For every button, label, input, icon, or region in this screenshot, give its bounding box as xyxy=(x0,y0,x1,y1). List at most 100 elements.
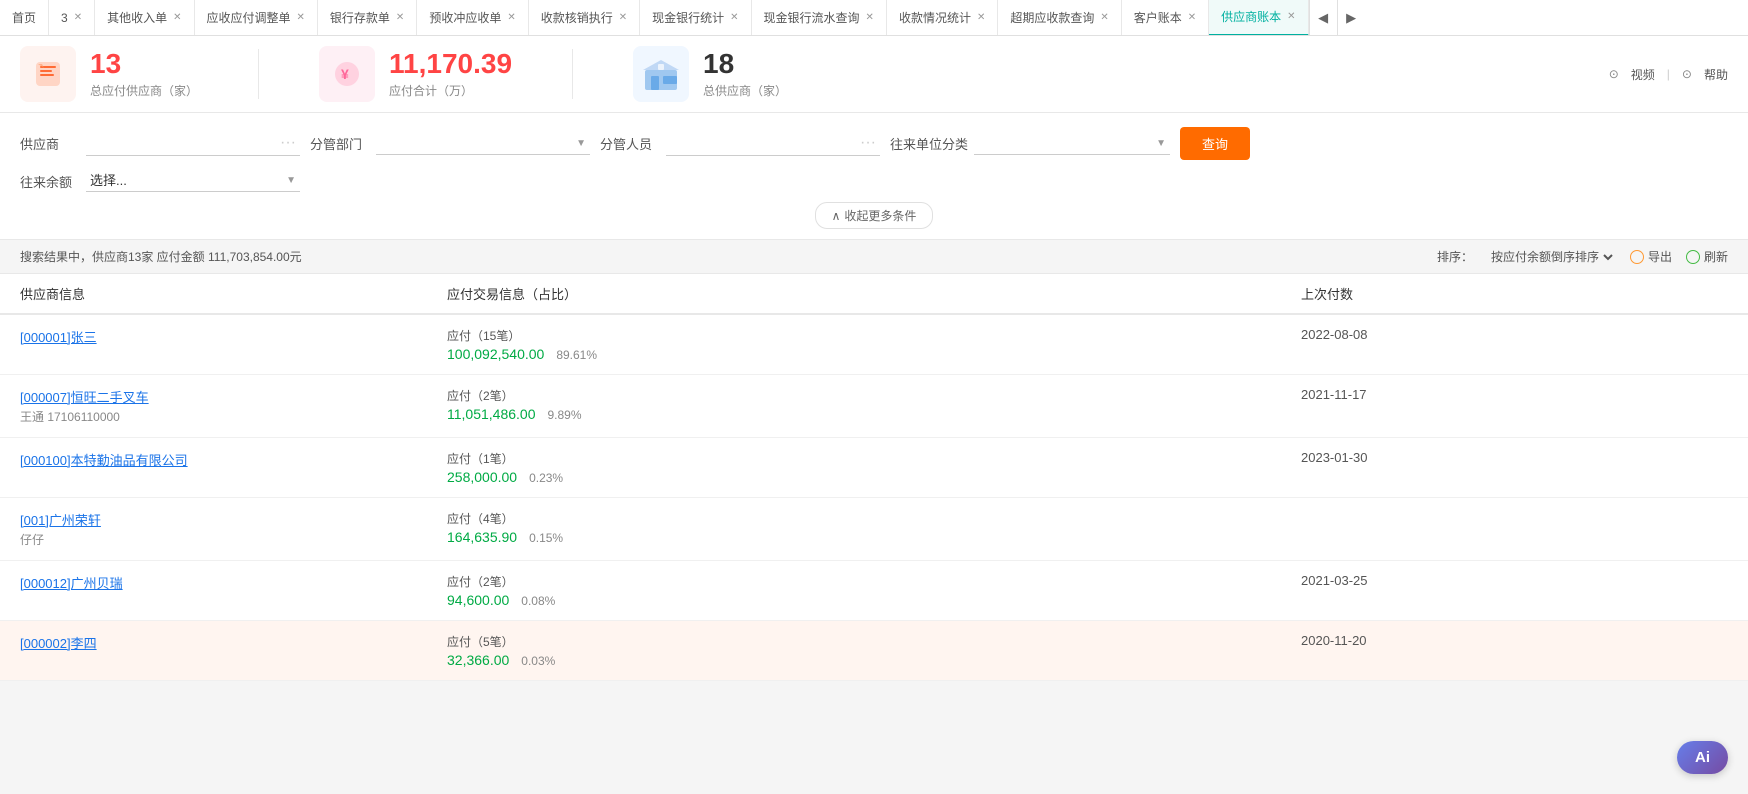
nav-tab-ap-adjust-close[interactable]: ✕ xyxy=(297,12,305,23)
nav-tab-advance-sales[interactable]: 预收冲应收单 ✕ xyxy=(417,0,528,36)
category-select[interactable] xyxy=(978,136,1156,151)
payable-row-2: 11,051,486.00 9.89% xyxy=(447,404,1301,422)
last-pay-5: 2021-03-25 xyxy=(1301,573,1728,588)
filter-category-select-wrap: ▼ xyxy=(974,133,1170,155)
nav-tab-overdue-query[interactable]: 超期应收款查询 ✕ xyxy=(998,0,1121,36)
nav-tab-ap-adjust[interactable]: 应收应付调整单 ✕ xyxy=(195,0,318,36)
help-link[interactable]: 帮助 xyxy=(1704,66,1728,83)
query-button[interactable]: 查询 xyxy=(1180,127,1250,160)
supplier-sub-4: 仔仔 xyxy=(20,531,447,548)
refresh-label: 刷新 xyxy=(1704,248,1728,265)
supplier-link-3[interactable]: [000100]本特勤油品有限公司 xyxy=(20,453,188,468)
nav-tab-advance-sales-close[interactable]: ✕ xyxy=(507,12,515,23)
payable-amount-4: 164,635.90 xyxy=(447,529,517,545)
table-row: [000002]李四 应付（5笔） 32,366.00 0.03% 2020-1… xyxy=(0,621,1748,681)
col-header-payable: 应付交易信息（占比） xyxy=(447,284,1301,303)
nav-tab-other-income-close[interactable]: ✕ xyxy=(173,12,181,23)
person-dots-icon[interactable]: ··· xyxy=(860,134,876,152)
table-row: [000012]广州贝瑞 应付（2笔） 94,600.00 0.08% 2021… xyxy=(0,561,1748,621)
nav-tab-supplier-account-close[interactable]: ✕ xyxy=(1287,11,1295,22)
filter-balance-label: 往来余额 xyxy=(20,172,80,191)
supplier-link-4[interactable]: [001]广州荣轩 xyxy=(20,513,101,528)
nav-tab-other-income[interactable]: 其他收入单 ✕ xyxy=(95,0,194,36)
supplier-info-1: [000001]张三 xyxy=(20,327,447,346)
supplier-link-5[interactable]: [000012]广州贝瑞 xyxy=(20,576,123,591)
supplier-input[interactable] xyxy=(90,136,280,151)
table-body: [000001]张三 应付（15笔） 100,092,540.00 89.61%… xyxy=(0,315,1748,681)
refresh-icon xyxy=(1686,250,1700,264)
video-link[interactable]: 视频 xyxy=(1631,66,1655,83)
filter-row-1: 供应商 ··· 分管部门 ▼ 分管人员 ··· 往来单位分类 xyxy=(20,127,1728,160)
payable-pct-2: 9.89% xyxy=(548,408,582,422)
nav-tab-supplier-account[interactable]: 供应商账本 ✕ xyxy=(1209,0,1308,36)
payable-row-3: 258,000.00 0.23% xyxy=(447,467,1301,485)
nav-tab-collection-check-close[interactable]: ✕ xyxy=(619,12,627,23)
nav-tab-bank-deposit-close[interactable]: ✕ xyxy=(396,12,404,23)
nav-tab-collection-stats[interactable]: 收款情况统计 ✕ xyxy=(887,0,998,36)
filter-dept-label: 分管部门 xyxy=(310,134,370,153)
filter-dept-select-wrap: ▼ xyxy=(376,133,590,155)
ai-button[interactable]: Ai xyxy=(1677,741,1728,774)
payable-label-3: 应付（1笔） xyxy=(447,450,1301,467)
collapse-row: ∧ 收起更多条件 xyxy=(20,202,1728,229)
sort-select[interactable]: 按应付余额倒序排序 xyxy=(1487,249,1616,265)
nav-tab-cash-bank-flow[interactable]: 现金银行流水查询 ✕ xyxy=(752,0,887,36)
nav-tab-collection-stats-close[interactable]: ✕ xyxy=(977,12,985,23)
nav-tab-cash-bank-stats[interactable]: 现金银行统计 ✕ xyxy=(640,0,751,36)
stat-2-label: 应付合计（万） xyxy=(389,82,512,99)
filter-supplier: 供应商 ··· xyxy=(20,131,300,156)
person-input[interactable] xyxy=(670,136,860,151)
payable-row-6: 32,366.00 0.03% xyxy=(447,650,1301,668)
collapse-button[interactable]: ∧ 收起更多条件 xyxy=(815,202,934,229)
supplier-info-4: [001]广州荣轩 仔仔 xyxy=(20,510,447,548)
stats-links: ⊙ 视频 | ⊙ 帮助 xyxy=(1609,66,1728,83)
payable-row-4: 164,635.90 0.15% xyxy=(447,527,1301,545)
supplier-link-6[interactable]: [000002]李四 xyxy=(20,636,97,651)
sort-label: 排序： xyxy=(1437,248,1473,265)
nav-tab-advance-sales-label: 预收冲应收单 xyxy=(429,9,501,26)
payable-row-1: 100,092,540.00 89.61% xyxy=(447,344,1301,362)
nav-tab-customer-account-close[interactable]: ✕ xyxy=(1188,12,1196,23)
filter-supplier-input-wrap: ··· xyxy=(86,131,300,156)
supplier-link-2[interactable]: [000007]恒旺二手叉车 xyxy=(20,390,149,405)
last-pay-2: 2021-11-17 xyxy=(1301,387,1728,402)
nav-tab-collection-check-label: 收款核销执行 xyxy=(541,9,613,26)
supplier-dots-icon[interactable]: ··· xyxy=(280,134,296,152)
payable-label-5: 应付（2笔） xyxy=(447,573,1301,590)
balance-select[interactable]: 选择... xyxy=(90,173,286,188)
supplier-link-1[interactable]: [000001]张三 xyxy=(20,330,97,345)
nav-tab-3[interactable]: 3 ✕ xyxy=(49,0,95,36)
balance-chevron-icon: ▼ xyxy=(286,175,296,186)
nav-tab-customer-account[interactable]: 客户账本 ✕ xyxy=(1122,0,1209,36)
supplier-info-2: [000007]恒旺二手叉车 王通 17106110000 xyxy=(20,387,447,425)
stat-3-text: 18 总供应商（家） xyxy=(703,50,787,99)
svg-text:¥: ¥ xyxy=(341,66,349,82)
nav-tab-3-close[interactable]: ✕ xyxy=(74,12,82,23)
filter-category: 往来单位分类 ▼ xyxy=(890,133,1170,155)
nav-arrow-left[interactable]: ◀ xyxy=(1309,0,1337,36)
supplier-info-6: [000002]李四 xyxy=(20,633,447,652)
stat-icon-suppliers xyxy=(20,46,76,102)
stat-icon-store xyxy=(633,46,689,102)
filter-person-input-wrap: ··· xyxy=(666,131,880,156)
nav-tab-cash-bank-stats-close[interactable]: ✕ xyxy=(730,12,738,23)
stat-1-number: 13 xyxy=(90,50,198,78)
table-row: [001]广州荣轩 仔仔 应付（4笔） 164,635.90 0.15% xyxy=(0,498,1748,561)
filter-row-2: 往来余额 选择... ▼ xyxy=(20,170,1728,192)
nav-arrow-right[interactable]: ▶ xyxy=(1337,0,1365,36)
export-button[interactable]: 导出 xyxy=(1630,248,1672,265)
payable-info-4: 应付（4笔） 164,635.90 0.15% xyxy=(447,510,1301,545)
payable-amount-1: 100,092,540.00 xyxy=(447,346,544,362)
payable-label-4: 应付（4笔） xyxy=(447,510,1301,527)
payable-pct-3: 0.23% xyxy=(529,471,563,485)
payable-label-2: 应付（2笔） xyxy=(447,387,1301,404)
filter-balance: 往来余额 选择... ▼ xyxy=(20,170,300,192)
nav-tab-overdue-query-close[interactable]: ✕ xyxy=(1100,12,1108,23)
nav-tab-collection-check[interactable]: 收款核销执行 ✕ xyxy=(529,0,640,36)
nav-tab-cash-bank-flow-label: 现金银行流水查询 xyxy=(764,9,860,26)
nav-tab-bank-deposit[interactable]: 银行存款单 ✕ xyxy=(318,0,417,36)
nav-tab-cash-bank-flow-close[interactable]: ✕ xyxy=(866,12,874,23)
nav-tab-home[interactable]: 首页 xyxy=(0,0,49,36)
dept-select[interactable] xyxy=(380,136,576,151)
refresh-button[interactable]: 刷新 xyxy=(1686,248,1728,265)
